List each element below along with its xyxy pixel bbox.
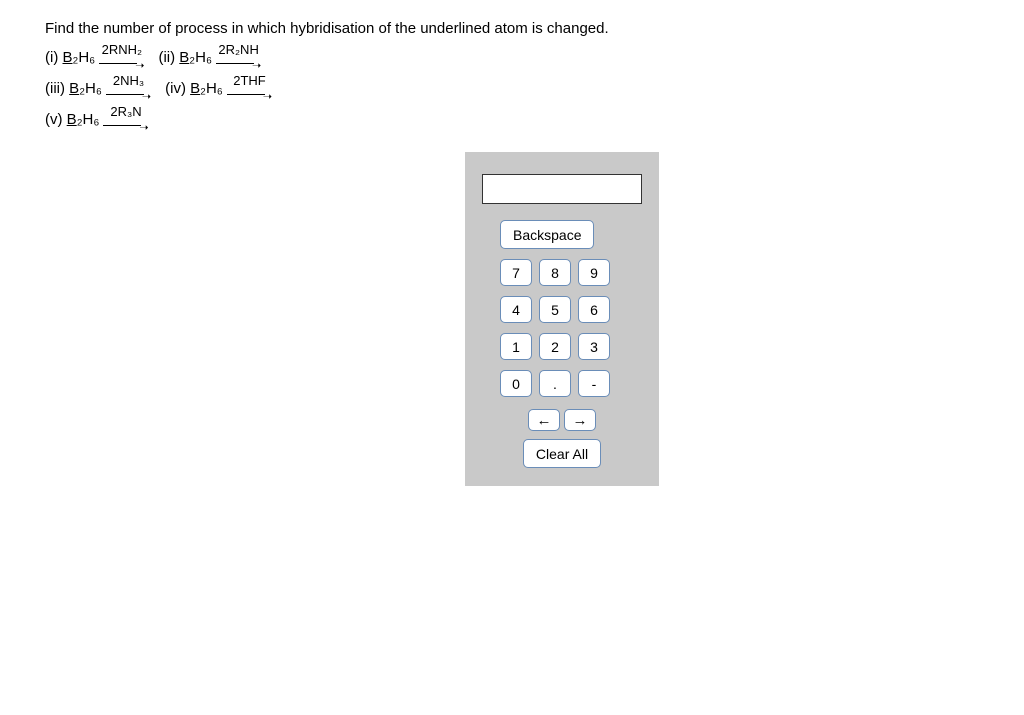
option-v: (v) B₂H₆ 2R₃N ➝: [45, 105, 149, 134]
key-8[interactable]: 8: [539, 259, 571, 286]
key-2[interactable]: 2: [539, 333, 571, 360]
option-compound: B₂H₆: [190, 80, 223, 97]
key-5[interactable]: 5: [539, 296, 571, 323]
option-iv: (iv) B₂H₆ 2THF ➝: [165, 74, 272, 103]
option-compound: B₂H₆: [69, 80, 102, 97]
clear-row: Clear All: [482, 439, 642, 468]
keypad-row-0dot: 0 . -: [500, 370, 642, 397]
numeric-keypad: Backspace 7 8 9 4 5 6 1 2 3 0 . - ← → Cl…: [465, 152, 659, 486]
option-label: (ii): [158, 49, 175, 66]
cursor-left-button[interactable]: ←: [528, 409, 560, 431]
reaction-arrow: 2THF ➝: [227, 74, 272, 103]
key-1[interactable]: 1: [500, 333, 532, 360]
arrow-row: ← →: [482, 409, 642, 431]
keypad-row-789: 7 8 9: [500, 259, 642, 286]
option-compound: B₂H₆: [179, 49, 212, 66]
backspace-row: Backspace: [482, 220, 642, 249]
option-compound: B₂H₆: [63, 49, 96, 66]
cursor-right-button[interactable]: →: [564, 409, 596, 431]
reaction-arrow: 2R₂NH ➝: [216, 43, 261, 72]
option-label: (iii): [45, 80, 65, 97]
options-row-2: (iii) B₂H₆ 2NH₃ ➝ (iv) B₂H₆ 2THF ➝: [45, 74, 979, 103]
option-label: (iv): [165, 80, 186, 97]
option-label: (i): [45, 49, 58, 66]
options-row-3: (v) B₂H₆ 2R₃N ➝: [45, 105, 979, 134]
backspace-button[interactable]: Backspace: [500, 220, 594, 249]
option-i: (i) B₂H₆ 2RNH₂ ➝: [45, 43, 144, 72]
clear-all-button[interactable]: Clear All: [523, 439, 601, 468]
key-4[interactable]: 4: [500, 296, 532, 323]
reaction-arrow: 2R₃N ➝: [103, 105, 148, 134]
key-dot[interactable]: .: [539, 370, 571, 397]
key-6[interactable]: 6: [578, 296, 610, 323]
options-row-1: (i) B₂H₆ 2RNH₂ ➝ (ii) B₂H₆ 2R₂NH ➝: [45, 43, 979, 72]
option-compound: B₂H₆: [67, 111, 100, 128]
key-minus[interactable]: -: [578, 370, 610, 397]
key-7[interactable]: 7: [500, 259, 532, 286]
key-9[interactable]: 9: [578, 259, 610, 286]
option-iii: (iii) B₂H₆ 2NH₃ ➝: [45, 74, 151, 103]
key-0[interactable]: 0: [500, 370, 532, 397]
keypad-row-456: 4 5 6: [500, 296, 642, 323]
reaction-arrow: 2RNH₂ ➝: [99, 43, 144, 72]
key-3[interactable]: 3: [578, 333, 610, 360]
option-label: (v): [45, 111, 63, 128]
keypad-row-123: 1 2 3: [500, 333, 642, 360]
option-ii: (ii) B₂H₆ 2R₂NH ➝: [158, 43, 261, 72]
reaction-arrow: 2NH₃ ➝: [106, 74, 151, 103]
question-text: Find the number of process in which hybr…: [45, 20, 979, 37]
answer-input[interactable]: [482, 174, 642, 204]
